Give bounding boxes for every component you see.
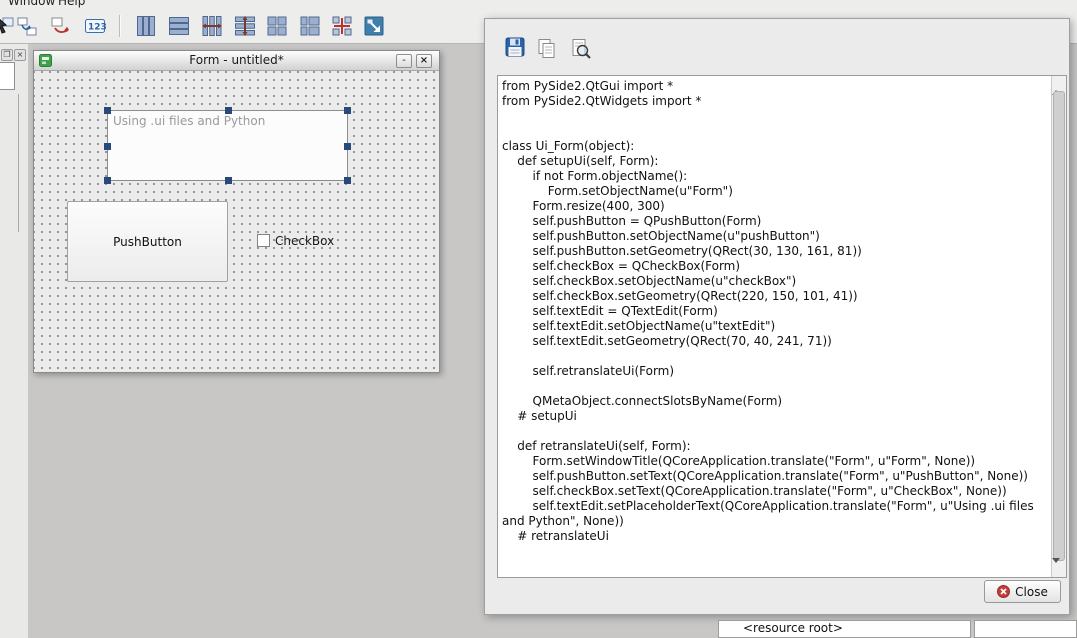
resize-handle-e[interactable] <box>344 143 351 150</box>
vertical-scrollbar[interactable] <box>1051 76 1066 577</box>
close-window-button[interactable]: × <box>416 54 432 68</box>
menu-help[interactable]: Help <box>58 0 85 7</box>
layout-vertical-splitter-icon[interactable] <box>232 13 258 39</box>
layout-form-icon[interactable] <box>297 13 323 39</box>
close-button-label: Close <box>1015 585 1048 599</box>
dock-separator <box>18 94 19 232</box>
copy-icon[interactable] <box>534 36 560 62</box>
close-button[interactable]: Close <box>984 580 1061 603</box>
checkbox-widget[interactable]: CheckBox <box>257 220 358 261</box>
menu-window[interactable]: Window <box>8 0 55 7</box>
dock-float-button[interactable]: ❐ <box>1 49 13 61</box>
signals-slots-editing-icon[interactable] <box>14 13 40 39</box>
resize-handle-ne[interactable] <box>344 107 351 114</box>
resize-handle-sw[interactable] <box>104 177 111 184</box>
layout-grid-icon[interactable] <box>264 13 290 39</box>
layout-horizontal-icon[interactable] <box>133 13 159 39</box>
scroll-down-button[interactable] <box>1052 563 1066 577</box>
close-x-icon <box>997 585 1010 598</box>
dock-close-button[interactable]: × <box>14 49 26 61</box>
form-editor-window: Form - untitled* - × Using .ui files and… <box>33 50 440 373</box>
textedit-widget[interactable]: Using .ui files and Python <box>107 110 348 181</box>
layout-horizontal-splitter-icon[interactable] <box>199 13 225 39</box>
buddy-editing-icon[interactable] <box>48 13 74 39</box>
resize-handle-nw[interactable] <box>104 107 111 114</box>
form-canvas[interactable]: Using .ui files and Python PushButton Ch… <box>34 71 439 372</box>
form-window-title: Form - untitled* <box>34 53 439 67</box>
layout-vertical-icon[interactable] <box>166 13 192 39</box>
resize-handle-n[interactable] <box>225 107 232 114</box>
tab-order-label: 123 <box>88 23 106 33</box>
checkbox-indicator[interactable] <box>257 234 270 247</box>
cursor-icon <box>0 15 15 37</box>
form-window-titlebar[interactable]: Form - untitled* - × <box>34 51 439 71</box>
checkbox-label: CheckBox <box>275 234 334 248</box>
adjust-size-icon[interactable] <box>361 13 387 39</box>
code-text: from PySide2.QtGui import *from PySide2.… <box>498 76 1051 577</box>
dock-filter-input[interactable] <box>0 62 15 90</box>
resource-panel-fragment <box>974 620 1077 638</box>
left-dock-fragment: ❐ × <box>0 44 28 638</box>
save-icon[interactable] <box>502 34 528 60</box>
textedit-placeholder: Using .ui files and Python <box>108 111 347 131</box>
menubar: Window Help <box>0 0 1077 9</box>
find-icon[interactable] <box>568 36 594 62</box>
pushbutton-widget[interactable]: PushButton <box>67 201 228 282</box>
resize-handle-se[interactable] <box>344 177 351 184</box>
resize-handle-s[interactable] <box>225 177 232 184</box>
scrollbar-thumb[interactable] <box>1053 91 1065 561</box>
code-area[interactable]: from PySide2.QtGui import *from PySide2.… <box>497 75 1067 578</box>
resize-handle-w[interactable] <box>104 143 111 150</box>
break-layout-icon[interactable] <box>329 13 355 39</box>
resource-root-item[interactable]: <resource root> <box>743 621 843 635</box>
code-viewer-dialog: from PySide2.QtGui import *from PySide2.… <box>484 18 1070 615</box>
tab-order-editing-icon[interactable]: 123 <box>82 13 108 39</box>
scroll-up-button[interactable] <box>1052 76 1066 90</box>
minimize-button[interactable]: - <box>396 54 412 68</box>
resource-tree-fragment[interactable]: <resource root> <box>718 620 971 638</box>
toolbar-separator <box>119 15 121 37</box>
